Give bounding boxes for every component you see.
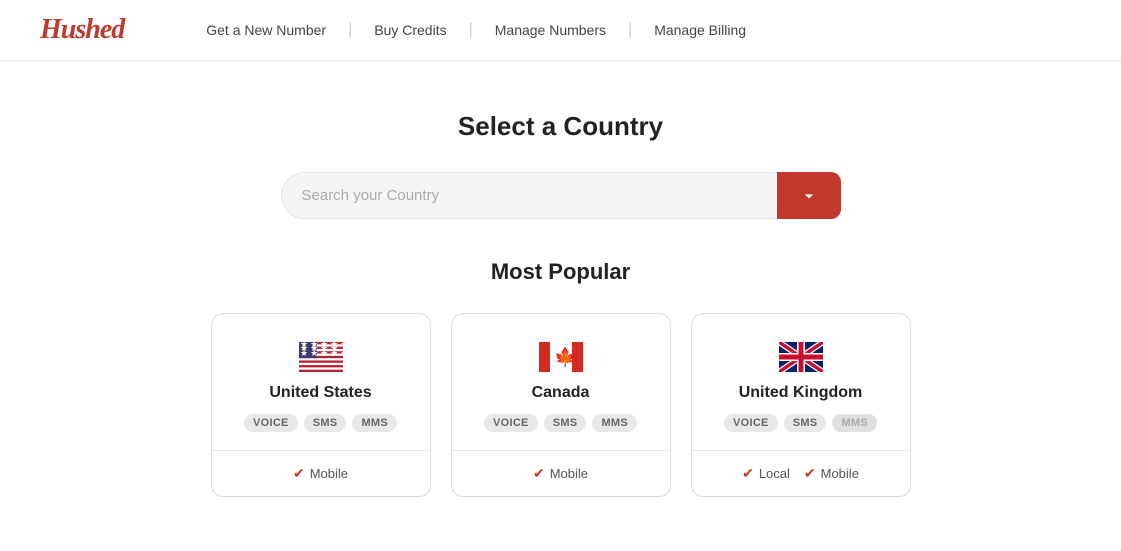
svg-text:🍁: 🍁 xyxy=(554,346,576,367)
main-nav: Get a New Number | Buy Credits | Manage … xyxy=(184,21,768,39)
us-badge-voice: VOICE xyxy=(244,414,298,432)
ca-badge-voice: VOICE xyxy=(484,414,538,432)
logo[interactable]: Hushed xyxy=(40,14,124,46)
us-check-icon: ✔ xyxy=(293,465,305,482)
main-content: Select a Country Most Popular xyxy=(0,61,1121,537)
search-container xyxy=(281,172,841,219)
page-title: Select a Country xyxy=(458,111,663,142)
uk-card-bottom: ✔ Local ✔ Mobile xyxy=(692,450,910,496)
ca-badges: VOICE SMS MMS xyxy=(484,414,637,432)
country-card-ca[interactable]: 🍁 Canada VOICE SMS MMS ✔ Mobile xyxy=(451,313,671,497)
search-input[interactable] xyxy=(281,172,777,219)
nav-manage-numbers[interactable]: Manage Numbers xyxy=(473,22,628,38)
nav-buy-credits[interactable]: Buy Credits xyxy=(352,22,468,38)
country-cards: ★★★★★ ★★★★ ★★★★★ United States VOICE SMS… xyxy=(211,313,911,497)
popular-section-title: Most Popular xyxy=(491,259,630,285)
us-mobile-label: ✔ Mobile xyxy=(293,465,348,482)
nav-get-new-number[interactable]: Get a New Number xyxy=(184,22,348,38)
card-top-uk: United Kingdom VOICE SMS MMS xyxy=(692,314,910,450)
chevron-down-icon xyxy=(799,186,819,206)
uk-badges: VOICE SMS MMS xyxy=(724,414,877,432)
country-card-uk[interactable]: United Kingdom VOICE SMS MMS ✔ Local ✔ M… xyxy=(691,313,911,497)
uk-badge-sms: SMS xyxy=(784,414,827,432)
ca-country-name: Canada xyxy=(532,384,590,402)
uk-flag-icon xyxy=(779,342,823,372)
ca-mobile-label: ✔ Mobile xyxy=(533,465,588,482)
ca-card-bottom: ✔ Mobile xyxy=(452,450,670,496)
search-dropdown-button[interactable] xyxy=(777,172,841,219)
ca-badge-sms: SMS xyxy=(544,414,587,432)
svg-text:★★★★★: ★★★★★ xyxy=(300,342,343,349)
ca-flag-icon: 🍁 xyxy=(539,342,583,372)
country-card-us[interactable]: ★★★★★ ★★★★ ★★★★★ United States VOICE SMS… xyxy=(211,313,431,497)
header: Hushed Get a New Number | Buy Credits | … xyxy=(0,0,1121,61)
uk-local-check-icon: ✔ xyxy=(742,465,754,482)
uk-badge-voice: VOICE xyxy=(724,414,778,432)
uk-country-name: United Kingdom xyxy=(739,384,863,402)
us-country-name: United States xyxy=(269,384,371,402)
ca-check-icon: ✔ xyxy=(533,465,545,482)
us-badge-sms: SMS xyxy=(304,414,347,432)
card-top-ca: 🍁 Canada VOICE SMS MMS xyxy=(452,314,670,450)
nav-manage-billing[interactable]: Manage Billing xyxy=(632,22,768,38)
uk-mobile-check-icon: ✔ xyxy=(804,465,816,482)
us-flag-icon: ★★★★★ ★★★★ ★★★★★ xyxy=(299,342,343,372)
ca-badge-mms: MMS xyxy=(592,414,637,432)
uk-badge-mms: MMS xyxy=(832,414,877,432)
card-top-us: ★★★★★ ★★★★ ★★★★★ United States VOICE SMS… xyxy=(212,314,430,450)
uk-local-label: ✔ Local xyxy=(742,465,790,482)
uk-mobile-label: ✔ Mobile xyxy=(804,465,859,482)
us-badges: VOICE SMS MMS xyxy=(244,414,397,432)
us-badge-mms: MMS xyxy=(352,414,397,432)
us-card-bottom: ✔ Mobile xyxy=(212,450,430,496)
